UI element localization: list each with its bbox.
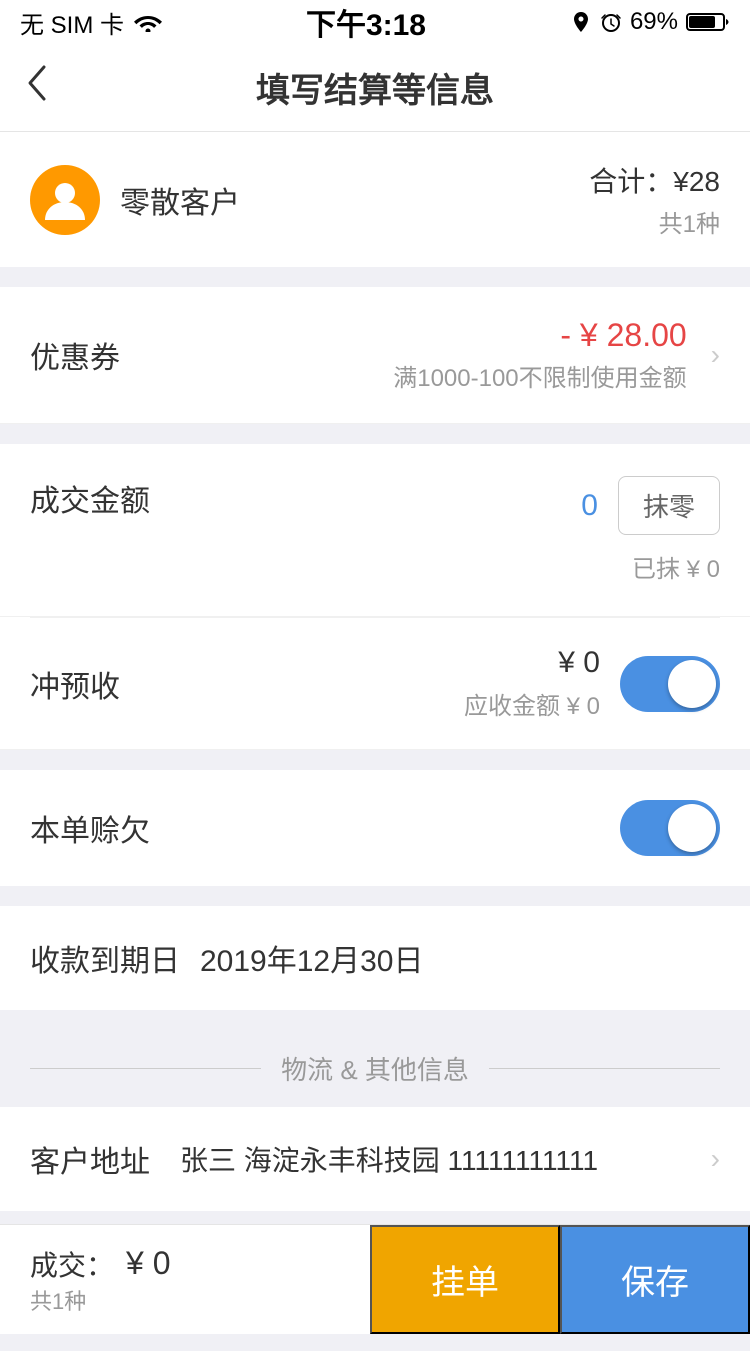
address-section: 客户地址 张三 海淀永丰科技园 11111111111 › <box>0 1107 750 1211</box>
hold-button[interactable]: 挂单 <box>370 1225 560 1334</box>
customer-section: 零散客户 合计：¥28 共1种 <box>0 132 750 267</box>
prepayment-right: ¥ 0 应收金额 ¥ 0 <box>464 646 720 721</box>
transaction-section: 成交金额 0 抹零 已抹 ¥ 0 冲预收 ¥ 0 应收金额 ¥ 0 <box>0 444 750 750</box>
status-time: 下午3:18 <box>306 0 426 44</box>
coupon-section: 优惠券 - ¥ 28.00 满1000-100不限制使用金额 › <box>0 287 750 424</box>
prepayment-value: ¥ 0 <box>464 646 600 680</box>
bottom-info: 成交： ¥ 0 共1种 <box>0 1225 370 1334</box>
prepayment-label: 冲预收 <box>30 662 120 706</box>
save-button[interactable]: 保存 <box>560 1225 750 1334</box>
logistics-line-right <box>489 1068 720 1069</box>
deal-label: 成交： <box>30 1244 114 1284</box>
deal-row: 成交： ¥ 0 <box>30 1244 340 1284</box>
credit-right <box>620 800 720 856</box>
credit-toggle[interactable] <box>620 800 720 856</box>
address-label: 客户地址 <box>30 1137 150 1181</box>
total-amount: 合计：¥28 <box>589 160 720 200</box>
wifi-icon <box>134 12 162 32</box>
coupon-desc: 满1000-100不限制使用金额 <box>393 358 686 393</box>
logistics-header: 物流 & 其他信息 <box>0 1030 750 1107</box>
credit-label: 本单赊欠 <box>30 806 150 850</box>
logistics-line-left <box>30 1068 261 1069</box>
sim-status: 无 SIM 卡 <box>20 5 124 40</box>
customer-left: 零散客户 <box>30 165 240 235</box>
location-icon <box>570 11 592 33</box>
toggle-knob <box>668 660 716 708</box>
transaction-label: 成交金额 <box>30 476 150 520</box>
credit-section: 本单赊欠 <box>0 770 750 886</box>
prepayment-row: 冲预收 ¥ 0 应收金额 ¥ 0 <box>0 618 750 750</box>
customer-name: 零散客户 <box>120 178 240 222</box>
address-value: 张三 海淀永丰科技园 11111111111 <box>180 1139 681 1179</box>
deal-amount: ¥ 0 <box>126 1245 170 1282</box>
address-chevron-icon: › <box>711 1143 720 1175</box>
coupon-chevron-icon: › <box>711 339 720 371</box>
customer-row: 零散客户 合计：¥28 共1种 <box>0 132 750 267</box>
alarm-icon <box>600 11 622 33</box>
coupon-row[interactable]: 优惠券 - ¥ 28.00 满1000-100不限制使用金额 › <box>0 287 750 424</box>
back-button[interactable] <box>24 63 48 112</box>
bottom-buttons: 挂单 保存 <box>370 1225 750 1334</box>
coupon-right: - ¥ 28.00 满1000-100不限制使用金额 › <box>393 317 720 393</box>
coupon-label: 优惠券 <box>30 333 120 377</box>
coupon-discount: - ¥ 28.00 <box>393 317 686 354</box>
credit-toggle-knob <box>668 804 716 852</box>
credit-row: 本单赊欠 <box>0 770 750 886</box>
prepayment-sub: 应收金额 ¥ 0 <box>464 686 600 721</box>
transaction-value: 0 <box>581 489 598 523</box>
customer-total: 合计：¥28 共1种 <box>589 160 720 239</box>
battery-percent: 69% <box>630 8 678 36</box>
transaction-row: 成交金额 0 抹零 已抹 ¥ 0 <box>0 444 750 617</box>
address-row[interactable]: 客户地址 张三 海淀永丰科技园 11111111111 › <box>0 1107 750 1211</box>
due-date-label: 收款到期日 <box>30 936 180 980</box>
content: 零散客户 合计：¥28 共1种 优惠券 - ¥ 28.00 满1000-100不… <box>0 132 750 1351</box>
logistics-title: 物流 & 其他信息 <box>281 1050 469 1087</box>
transaction-sub: 已抹 ¥ 0 <box>632 549 720 584</box>
status-bar: 无 SIM 卡 下午3:18 69% <box>0 0 750 44</box>
status-right: 69% <box>570 8 730 36</box>
user-icon <box>40 175 90 225</box>
page-title: 填写结算等信息 <box>256 63 494 112</box>
coupon-detail: - ¥ 28.00 满1000-100不限制使用金额 <box>393 317 686 393</box>
due-date-section: 收款到期日 2019年12月30日 <box>0 906 750 1010</box>
prepayment-toggle[interactable] <box>620 656 720 712</box>
due-date-value: 2019年12月30日 <box>200 936 423 980</box>
bottom-bar: 成交： ¥ 0 共1种 挂单 保存 <box>0 1224 750 1334</box>
bottom-count: 共1种 <box>30 1284 340 1316</box>
avatar <box>30 165 100 235</box>
total-count: 共1种 <box>589 204 720 239</box>
battery-icon <box>686 11 730 33</box>
nav-bar: 填写结算等信息 <box>0 44 750 132</box>
due-date-row: 收款到期日 2019年12月30日 <box>0 906 750 1010</box>
round-off-button[interactable]: 抹零 <box>618 476 720 535</box>
transaction-right: 0 抹零 已抹 ¥ 0 <box>581 476 720 584</box>
status-left: 无 SIM 卡 <box>20 5 162 40</box>
